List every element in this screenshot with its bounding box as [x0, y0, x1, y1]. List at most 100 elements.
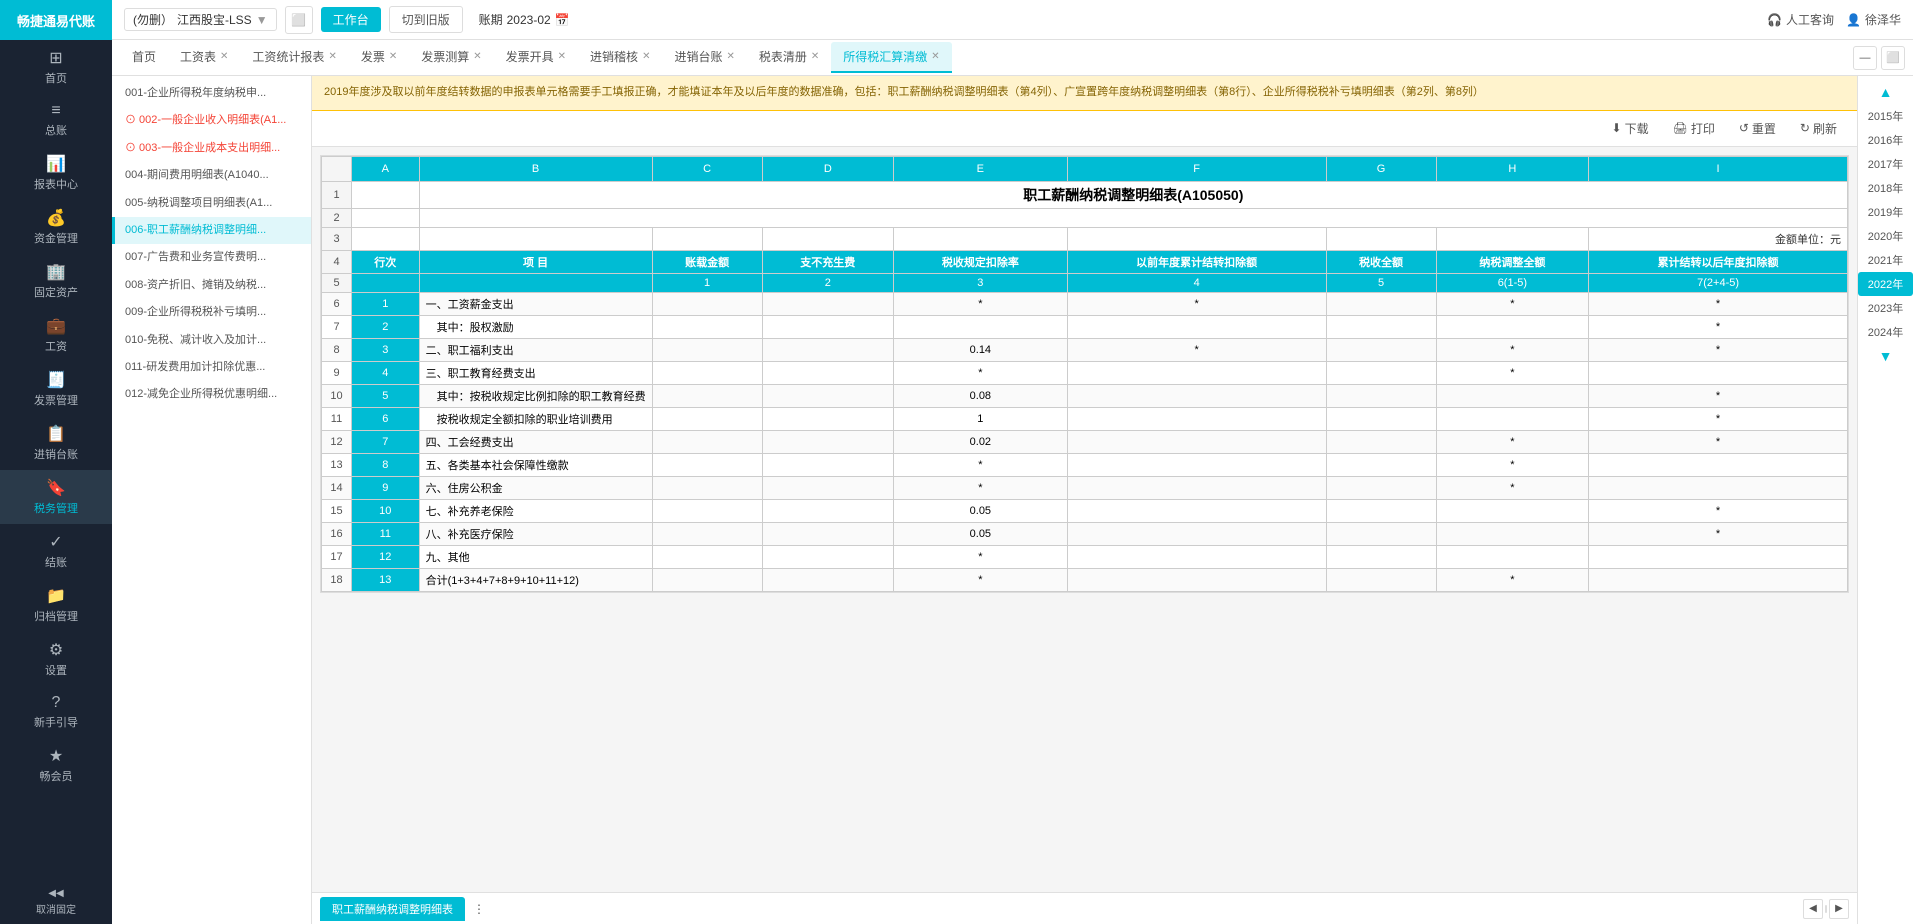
sidebar-item-sales-ledger[interactable]: 📋 进销台账	[0, 416, 112, 470]
refresh-button[interactable]: ↻ 刷新	[1792, 117, 1845, 140]
sidebar-item-payroll[interactable]: 💼 工资	[0, 308, 112, 362]
table-row: 14 9 六、住房公积金 * *	[322, 476, 1848, 499]
sidebar-item-reports[interactable]: 📊 报表中心	[0, 146, 112, 200]
sidebar-item-archive[interactable]: 📁 归档管理	[0, 578, 112, 632]
tab-income-tax[interactable]: 所得税汇算清缴 ✕	[831, 42, 951, 73]
scroll-nav: ◀ ▶	[1803, 899, 1849, 919]
tab-input-ledger[interactable]: 进销台账 ✕	[662, 42, 746, 73]
tab-close-payroll-stats[interactable]: ✕	[328, 51, 336, 62]
year-up-btn[interactable]: ▲	[1875, 80, 1897, 104]
tab-close-income-tax[interactable]: ✕	[931, 51, 939, 62]
col-header-A: A	[352, 156, 420, 181]
col-i-header: 累计结转以后年度扣除额	[1589, 250, 1848, 273]
print-button[interactable]: 🖨 打印	[1665, 117, 1723, 140]
sidebar-item-cancel-fixed[interactable]: ◀◀ 取消固定	[0, 880, 112, 924]
sheet-options-icon[interactable]: ⋮	[473, 902, 485, 916]
col-header-E: E	[893, 156, 1067, 181]
sidebar-logo: 畅捷通易代账	[0, 0, 112, 40]
column-header-row: 4 行次 项 目 账载金额 支不充生费 税收规定扣除率 以前年度累计结转扣除额 …	[322, 250, 1848, 273]
table-area: A B C D E F G H I	[312, 147, 1857, 892]
spreadsheet: A B C D E F G H I	[320, 155, 1849, 593]
year-item-2017[interactable]: 2017年	[1858, 152, 1913, 176]
year-item-2020[interactable]: 2020年	[1858, 224, 1913, 248]
tab-close-invoice-open[interactable]: ✕	[558, 51, 566, 62]
tab-payroll-stats[interactable]: 工资统计报表 ✕	[240, 42, 348, 73]
calendar-icon[interactable]: 📅	[555, 13, 570, 27]
col-header-I: I	[1589, 156, 1848, 181]
list-item-004[interactable]: 004-期间费用明细表(A1040...	[112, 162, 311, 189]
sidebar-item-closing[interactable]: ✓ 结账	[0, 524, 112, 578]
list-item-010[interactable]: 010-免税、减计收入及加计...	[112, 327, 311, 354]
tab-close-tax-clearance[interactable]: ✕	[811, 51, 819, 62]
list-item-008[interactable]: 008-资产折旧、摊销及纳税...	[112, 272, 311, 299]
year-item-2018[interactable]: 2018年	[1858, 176, 1913, 200]
sidebar-item-general-ledger[interactable]: ≡ 总账	[0, 94, 112, 146]
tab-maximize-button[interactable]: ⬜	[1881, 46, 1905, 70]
tab-home[interactable]: 首页	[120, 42, 168, 73]
download-button[interactable]: ⬇ 下载	[1604, 117, 1657, 140]
company-selector[interactable]: (勿删） 江西股宝-LSS ▼	[124, 8, 277, 31]
tab-invoice-calc[interactable]: 发票测算 ✕	[409, 42, 493, 73]
workbench-button[interactable]: 工作台	[321, 7, 381, 32]
sheet-tab[interactable]: 职工薪酬纳税调整明细表	[320, 897, 465, 921]
sidebar-bottom: ◀◀ 取消固定	[0, 880, 112, 924]
left-panel: 001-企业所得税年度纳税申... ⊙ 002-一般企业收入明细表(A1... …	[112, 76, 312, 924]
year-item-2024[interactable]: 2024年	[1858, 320, 1913, 344]
tab-close-payroll[interactable]: ✕	[220, 51, 228, 62]
warning-text: 2019年度涉及取以前年度结转数据的申报表单元格需要手工填报正确，才能填证本年及…	[324, 86, 1484, 98]
table-row: 15 10 七、补充养老保险 0.05 *	[322, 499, 1848, 522]
year-down-btn[interactable]: ▼	[1875, 344, 1897, 368]
table-row: 16 11 八、补充医疗保险 0.05 *	[322, 522, 1848, 545]
scroll-left-btn[interactable]: ◀	[1803, 899, 1823, 919]
tab-close-invoice-calc[interactable]: ✕	[473, 51, 481, 62]
list-item-011[interactable]: 011-研发费用加计扣除优惠...	[112, 354, 311, 381]
sidebar-item-membership[interactable]: ★ 畅会员	[0, 738, 112, 792]
sidebar-item-home[interactable]: ⊞ 首页	[0, 40, 112, 94]
col-header-F: F	[1067, 156, 1326, 181]
bottom-bar: 职工薪酬纳税调整明细表 ⋮ ◀ ▶	[312, 892, 1857, 924]
sidebar-item-tax-mgmt[interactable]: 🔖 税务管理	[0, 470, 112, 524]
membership-icon: ★	[49, 746, 63, 766]
switch-old-button[interactable]: 切到旧版	[389, 6, 463, 33]
table-row: 1 职工薪酬纳税调整明细表(A105050)	[322, 181, 1848, 208]
tab-minimize-button[interactable]: —	[1853, 46, 1877, 70]
year-item-2015[interactable]: 2015年	[1858, 104, 1913, 128]
list-item-005[interactable]: 005-纳税调整项目明细表(A1...	[112, 190, 311, 217]
sidebar-item-invoice-mgmt[interactable]: 🧾 发票管理	[0, 362, 112, 416]
copy-button[interactable]: ⬜	[285, 6, 313, 34]
tab-close-input-verify[interactable]: ✕	[642, 51, 650, 62]
list-item-003[interactable]: ⊙ 003-一般企业成本支出明细...	[112, 135, 311, 162]
list-item-002[interactable]: ⊙ 002-一般企业收入明细表(A1...	[112, 107, 311, 134]
reset-button[interactable]: ↺ 重置	[1731, 117, 1784, 140]
reset-icon: ↺	[1739, 121, 1749, 135]
horizontal-scrollbar[interactable]	[1825, 905, 1827, 913]
tab-close-input-ledger[interactable]: ✕	[726, 51, 734, 62]
user-profile[interactable]: 👤 徐泽华	[1846, 11, 1901, 28]
tab-invoice[interactable]: 发票 ✕	[349, 42, 409, 73]
table-row: 17 12 九、其他 *	[322, 545, 1848, 568]
sidebar-item-settings[interactable]: ⚙ 设置	[0, 632, 112, 686]
scroll-right-btn[interactable]: ▶	[1829, 899, 1849, 919]
list-item-001[interactable]: 001-企业所得税年度纳税申...	[112, 80, 311, 107]
sidebar-item-fixed-assets[interactable]: 🏢 固定资产	[0, 254, 112, 308]
tab-invoice-open[interactable]: 发票开具 ✕	[494, 42, 578, 73]
sidebar-item-new-guide[interactable]: ? 新手引导	[0, 686, 112, 738]
customer-service[interactable]: 🎧 人工客询	[1767, 11, 1834, 28]
year-item-2019[interactable]: 2019年	[1858, 200, 1913, 224]
year-item-2021[interactable]: 2021年	[1858, 248, 1913, 272]
list-item-006[interactable]: 006-职工薪酬纳税调整明细...	[112, 217, 311, 244]
tab-input-verify[interactable]: 进销稽核 ✕	[578, 42, 662, 73]
tab-close-invoice[interactable]: ✕	[389, 51, 397, 62]
list-item-009[interactable]: 009-企业所得税税补亏填明...	[112, 299, 311, 326]
unit-cell: 金额单位：元	[1589, 227, 1848, 250]
tab-tax-clearance[interactable]: 税表清册 ✕	[747, 42, 831, 73]
sidebar-item-asset-mgmt[interactable]: 💰 资金管理	[0, 200, 112, 254]
invoice-icon: 🧾	[46, 370, 66, 390]
list-item-007[interactable]: 007-广告费和业务宣传费明...	[112, 244, 311, 271]
year-item-2016[interactable]: 2016年	[1858, 128, 1913, 152]
list-item-012[interactable]: 012-减免企业所得税优惠明细...	[112, 381, 311, 408]
tab-payroll-table[interactable]: 工资表 ✕	[168, 42, 240, 73]
year-item-2023[interactable]: 2023年	[1858, 296, 1913, 320]
home-icon: ⊞	[49, 48, 62, 68]
year-item-2022[interactable]: 2022年	[1858, 272, 1913, 296]
